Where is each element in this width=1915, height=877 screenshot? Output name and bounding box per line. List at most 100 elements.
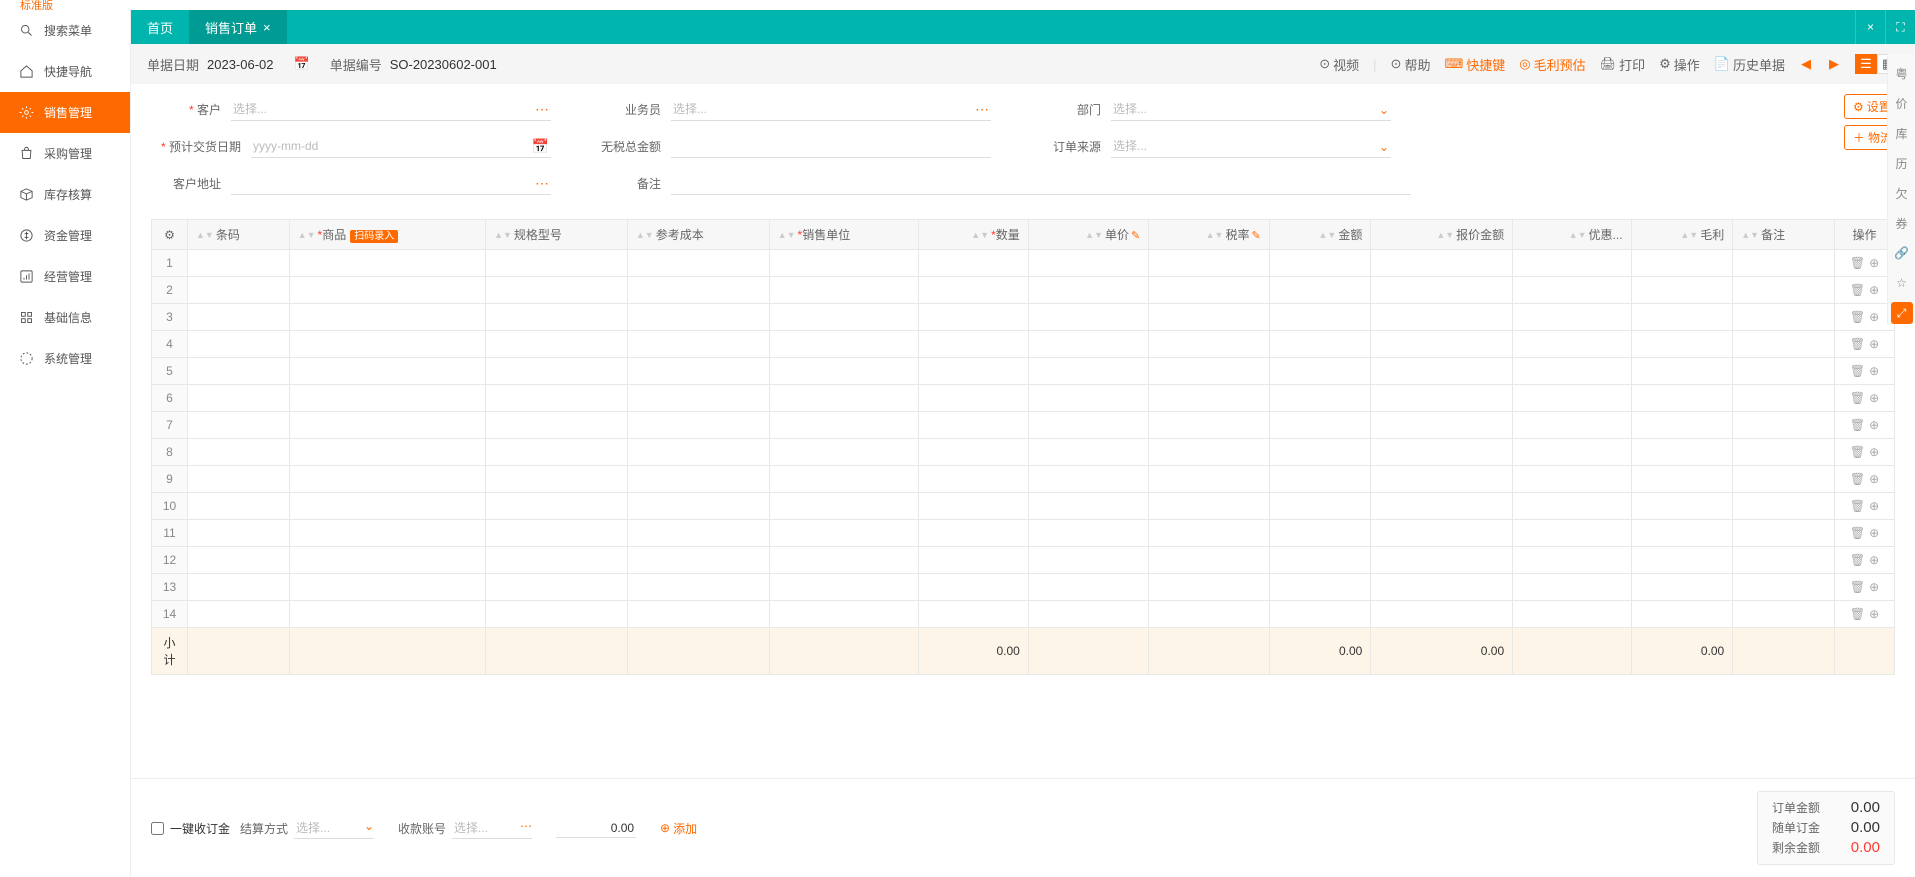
- close-icon[interactable]: ×: [263, 20, 271, 35]
- copy-icon[interactable]: ⊕: [1869, 256, 1879, 270]
- col-qty[interactable]: ▲▼*数量: [919, 220, 1029, 250]
- delete-icon[interactable]: 🗑: [1850, 580, 1865, 594]
- doc-date-value[interactable]: 2023-06-02: [207, 57, 274, 72]
- delete-icon[interactable]: 🗑: [1850, 256, 1865, 270]
- copy-icon[interactable]: ⊕: [1869, 445, 1879, 459]
- chevron-down-icon[interactable]: ⌄: [1379, 140, 1389, 154]
- col-quote[interactable]: ▲▼报价金额: [1371, 220, 1513, 250]
- delete-icon[interactable]: 🗑: [1850, 364, 1865, 378]
- dept-input[interactable]: [1111, 98, 1391, 121]
- add-link[interactable]: ⊕ 添加: [660, 820, 697, 837]
- copy-icon[interactable]: ⊕: [1869, 526, 1879, 540]
- table-row[interactable]: 5🗑⊕: [152, 358, 1895, 385]
- table-row[interactable]: 3🗑⊕: [152, 304, 1895, 331]
- table-row[interactable]: 8🗑⊕: [152, 439, 1895, 466]
- sidebar-item-business[interactable]: 经营管理: [0, 256, 130, 297]
- tab-sales-order[interactable]: 销售订单 ×: [189, 10, 287, 44]
- remark-input[interactable]: [671, 172, 1411, 195]
- history-link[interactable]: 📄 历史单据: [1714, 55, 1785, 74]
- table-row[interactable]: 4🗑⊕: [152, 331, 1895, 358]
- copy-icon[interactable]: ⊕: [1869, 553, 1879, 567]
- delete-icon[interactable]: 🗑: [1850, 283, 1865, 297]
- table-row[interactable]: 11🗑⊕: [152, 520, 1895, 547]
- table-row[interactable]: 2🗑⊕: [152, 277, 1895, 304]
- ellipsis-icon[interactable]: ⋯: [535, 101, 549, 118]
- col-unit[interactable]: ▲▼*销售单位: [769, 220, 919, 250]
- source-input[interactable]: [1111, 135, 1391, 158]
- copy-icon[interactable]: ⊕: [1869, 310, 1879, 324]
- prev-doc-icon[interactable]: ◀: [1799, 56, 1813, 72]
- col-profit[interactable]: ▲▼毛利: [1631, 220, 1733, 250]
- profit-link[interactable]: ◎ 毛利预估: [1519, 55, 1585, 74]
- sidebar-item-search[interactable]: 搜索菜单: [0, 10, 130, 51]
- panel-item[interactable]: 历: [1891, 152, 1913, 174]
- col-tax[interactable]: ▲▼税率✎: [1149, 220, 1269, 250]
- delete-icon[interactable]: 🗑: [1850, 310, 1865, 324]
- copy-icon[interactable]: ⊕: [1869, 283, 1879, 297]
- delete-icon[interactable]: 🗑: [1850, 418, 1865, 432]
- delete-icon[interactable]: 🗑: [1850, 391, 1865, 405]
- sidebar-item-system[interactable]: 系统管理: [0, 338, 130, 379]
- close-all-button[interactable]: ×: [1855, 10, 1885, 44]
- next-doc-icon[interactable]: ▶: [1827, 56, 1841, 72]
- sidebar-item-sales[interactable]: 销售管理: [0, 92, 130, 133]
- table-row[interactable]: 13🗑⊕: [152, 574, 1895, 601]
- panel-item-expand[interactable]: ⤢: [1891, 302, 1913, 324]
- copy-icon[interactable]: ⊕: [1869, 418, 1879, 432]
- help-link[interactable]: ⊙ 帮助: [1391, 55, 1431, 74]
- copy-icon[interactable]: ⊕: [1869, 337, 1879, 351]
- ellipsis-icon[interactable]: ⋯: [535, 175, 549, 192]
- table-row[interactable]: 1🗑⊕: [152, 250, 1895, 277]
- col-gear[interactable]: ⚙: [152, 220, 188, 250]
- copy-icon[interactable]: ⊕: [1869, 607, 1879, 621]
- sidebar-item-basic[interactable]: 基础信息: [0, 297, 130, 338]
- delete-icon[interactable]: 🗑: [1850, 472, 1865, 486]
- copy-icon[interactable]: ⊕: [1869, 391, 1879, 405]
- table-row[interactable]: 7🗑⊕: [152, 412, 1895, 439]
- delete-icon[interactable]: 🗑: [1850, 526, 1865, 540]
- col-spec[interactable]: ▲▼规格型号: [486, 220, 628, 250]
- edit-icon[interactable]: ✎: [1251, 230, 1260, 242]
- ellipsis-icon[interactable]: ⋯: [975, 101, 989, 118]
- video-link[interactable]: ⊙ 视频: [1319, 55, 1359, 74]
- col-amount[interactable]: ▲▼金额: [1269, 220, 1371, 250]
- table-row[interactable]: 12🗑⊕: [152, 547, 1895, 574]
- delete-icon[interactable]: 🗑: [1850, 607, 1865, 621]
- sidebar-item-inventory[interactable]: 库存核算: [0, 174, 130, 215]
- customer-input[interactable]: [231, 98, 551, 121]
- panel-item[interactable]: 粤: [1891, 62, 1913, 84]
- panel-item[interactable]: ☆: [1891, 272, 1913, 294]
- col-discount[interactable]: ▲▼优惠...: [1513, 220, 1631, 250]
- tab-home[interactable]: 首页: [131, 10, 189, 44]
- expand-icon[interactable]: ⛶: [1885, 10, 1915, 44]
- copy-icon[interactable]: ⊕: [1869, 472, 1879, 486]
- notax-input[interactable]: [671, 135, 991, 158]
- delete-icon[interactable]: 🗑: [1850, 445, 1865, 459]
- shortcut-link[interactable]: ⌨ 快捷键: [1444, 55, 1505, 74]
- delete-icon[interactable]: 🗑: [1850, 499, 1865, 513]
- delivery-input[interactable]: [251, 135, 551, 158]
- salesman-input[interactable]: [671, 98, 991, 121]
- deposit-checkbox[interactable]: [151, 822, 164, 835]
- copy-icon[interactable]: ⊕: [1869, 580, 1879, 594]
- table-row[interactable]: 14🗑⊕: [152, 601, 1895, 628]
- table-row[interactable]: 9🗑⊕: [152, 466, 1895, 493]
- copy-icon[interactable]: ⊕: [1869, 364, 1879, 378]
- account-select[interactable]: 选择...⋯: [452, 817, 532, 839]
- scan-badge[interactable]: 扫码录入: [350, 230, 398, 243]
- edit-icon[interactable]: ✎: [1131, 230, 1140, 242]
- col-refcost[interactable]: ▲▼参考成本: [627, 220, 769, 250]
- view-list-button[interactable]: ☰: [1855, 54, 1877, 74]
- sidebar-item-purchase[interactable]: 采购管理: [0, 133, 130, 174]
- sidebar-item-nav[interactable]: 快捷导航: [0, 51, 130, 92]
- calendar-icon[interactable]: 📅: [294, 56, 310, 72]
- settle-select[interactable]: 选择...⌄: [294, 817, 374, 839]
- operate-link[interactable]: ⚙ 操作: [1659, 55, 1700, 74]
- col-product[interactable]: ▲▼*商品扫码录入: [289, 220, 485, 250]
- panel-item[interactable]: 券: [1891, 212, 1913, 234]
- delete-icon[interactable]: 🗑: [1850, 337, 1865, 351]
- panel-item[interactable]: 价: [1891, 92, 1913, 114]
- col-price[interactable]: ▲▼单价✎: [1028, 220, 1148, 250]
- table-row[interactable]: 6🗑⊕: [152, 385, 1895, 412]
- print-link[interactable]: 🖨 打印: [1600, 55, 1646, 74]
